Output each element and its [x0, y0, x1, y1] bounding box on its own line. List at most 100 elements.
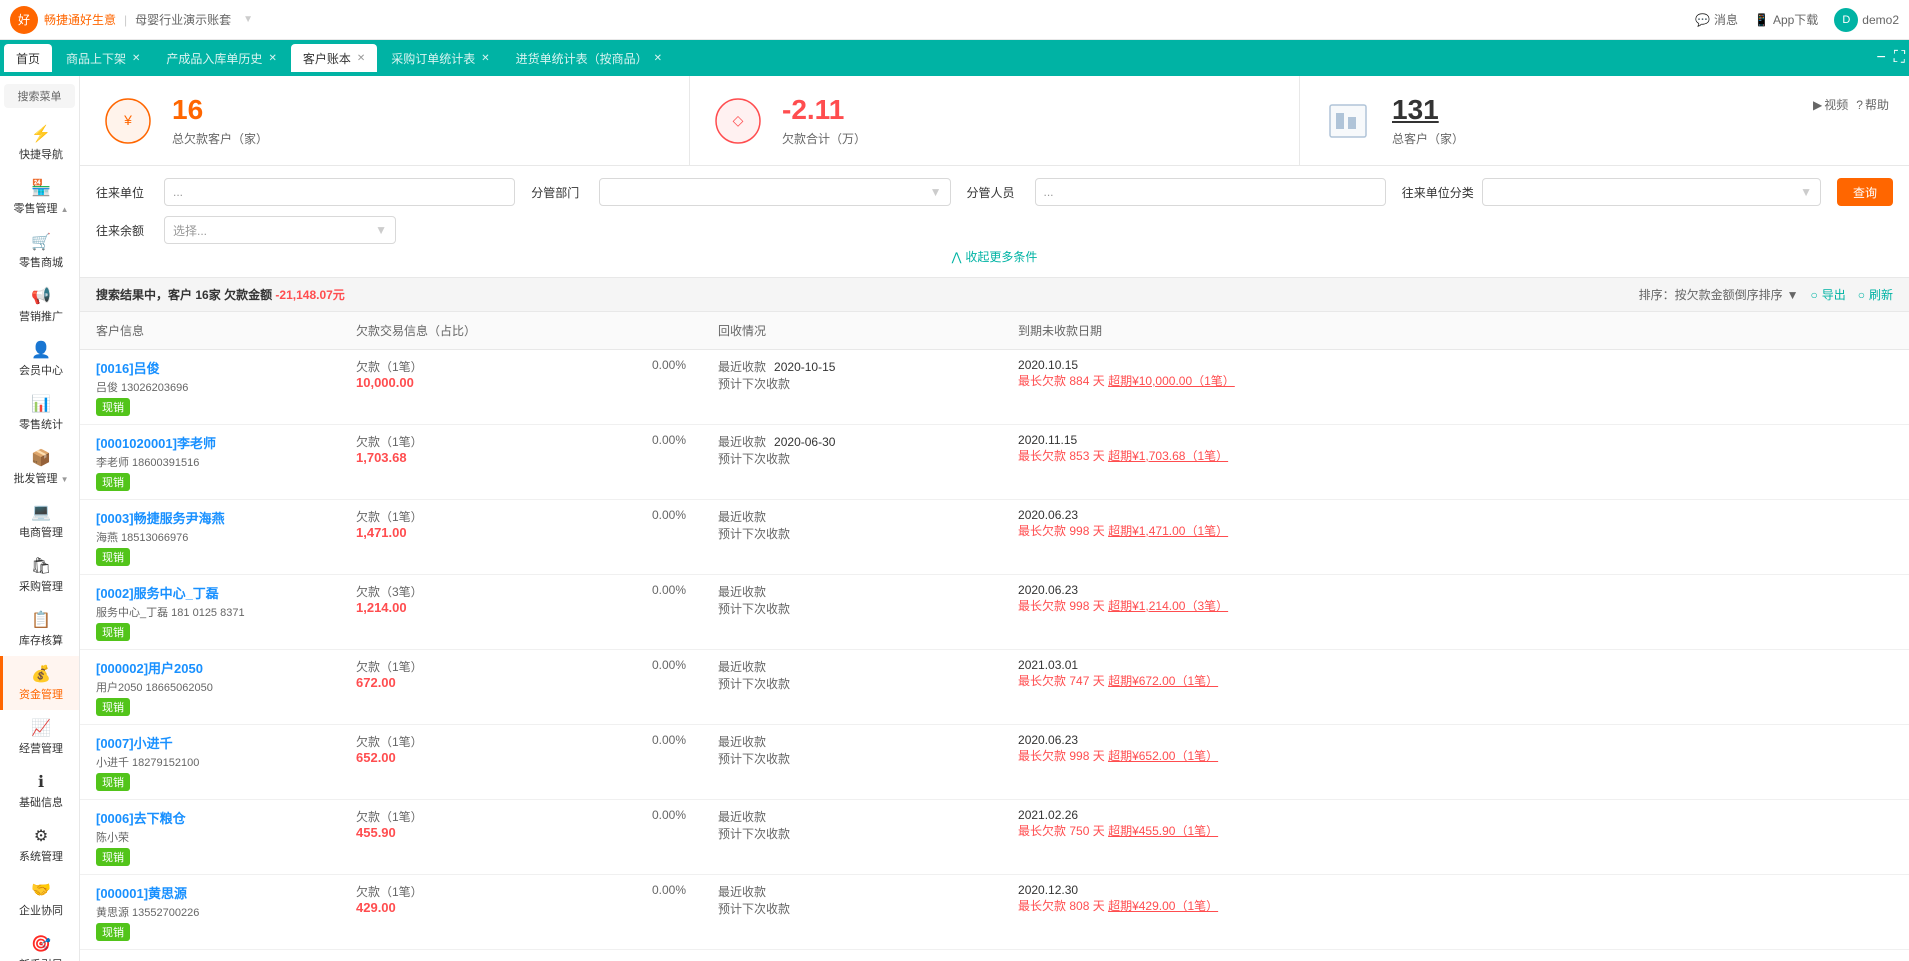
debt-amount-1[interactable]: 1,703.68	[356, 450, 604, 465]
debt-amount-3[interactable]: 1,214.00	[356, 600, 604, 615]
debt-amount-6[interactable]: 455.90	[356, 825, 604, 840]
overdue-info-2: 最长欠款 998 天 超期¥1,471.00（1笔）	[1018, 522, 1893, 539]
sort-select[interactable]: 排序：按欠款金额倒序排序 ▼	[1639, 286, 1799, 303]
debt-count-2: 欠款（1笔）	[356, 508, 604, 525]
video-icon: ▶	[1813, 98, 1822, 112]
customer-name-4[interactable]: [000002]用户2050	[96, 661, 203, 676]
tab-stock[interactable]: 进货单统计表（按商品） ✕	[504, 44, 674, 72]
app-name: 畅捷通好生意	[44, 11, 116, 28]
finance-icon: 💰	[7, 664, 75, 684]
customer-tag-7: 现销	[96, 923, 130, 941]
overdue-link-2[interactable]: 超期¥1,471.00（1笔）	[1108, 524, 1228, 538]
debt-amount-5[interactable]: 652.00	[356, 750, 604, 765]
tab-close-purchase[interactable]: ✕	[481, 53, 489, 64]
sidebar-search-area: 搜索菜单	[0, 76, 79, 116]
recovery-cell-1: 最近收款 2020-06-30 预计下次收款	[702, 425, 1002, 500]
customer-name-3[interactable]: [0002]服务中心_丁磊	[96, 586, 219, 601]
tab-close-goods[interactable]: ✕	[132, 53, 140, 64]
message-btn[interactable]: 💬 消息	[1695, 11, 1738, 28]
sidebar-item-sys-mgmt[interactable]: ⚙ 系统管理	[0, 818, 79, 872]
debt-amount-2[interactable]: 1,471.00	[356, 525, 604, 540]
collapse-btn[interactable]: ⋀ 收起更多条件	[96, 248, 1893, 265]
tab-account[interactable]: 客户账本 ✕	[291, 44, 377, 72]
sidebar-item-newbie[interactable]: 🎯 新手引导	[0, 926, 79, 961]
sidebar-item-marketing[interactable]: 📢 营销推广	[0, 278, 79, 332]
debt-percent-cell-7: 0.00%	[620, 875, 702, 950]
overdue-link-5[interactable]: 超期¥652.00（1笔）	[1108, 749, 1218, 763]
customer-name-1[interactable]: [0001020001]李老师	[96, 436, 216, 451]
customer-name-6[interactable]: [0006]去下粮仓	[96, 811, 186, 826]
help-btn[interactable]: ? 帮助	[1856, 96, 1889, 113]
recovery-next-3: 预计下次收款	[718, 600, 790, 617]
marketing-icon: 📢	[7, 286, 75, 306]
sidebar-item-basic-info[interactable]: ℹ 基础信息	[0, 764, 79, 818]
due-date-1: 2020.11.15	[1018, 433, 1893, 447]
balance-select[interactable]: 选择... ▼	[164, 216, 396, 244]
category-select[interactable]: ▼	[1482, 178, 1821, 206]
tab-home[interactable]: 首页	[4, 44, 52, 72]
sidebar-item-retail-mgmt[interactable]: 🏪 零售管理 ▲	[0, 170, 79, 224]
sidebar-item-ecom[interactable]: 💻 电商管理	[0, 494, 79, 548]
customer-name-2[interactable]: [0003]畅捷服务尹海燕	[96, 511, 225, 526]
customer-tag-2: 现销	[96, 548, 130, 566]
customer-cell-4: [000002]用户2050 用户2050 18665062050 现销	[80, 650, 340, 725]
overdue-link-6[interactable]: 超期¥455.90（1笔）	[1108, 824, 1218, 838]
dept-select[interactable]: ▼	[599, 178, 950, 206]
tab-close-produce[interactable]: ✕	[268, 53, 276, 64]
overdue-days-3: 最长欠款 998 天	[1018, 599, 1108, 613]
sidebar-item-batch-mgmt[interactable]: 📦 批发管理 ▼	[0, 440, 79, 494]
balance-placeholder: 选择...	[173, 222, 207, 239]
sidebar-item-enterprise[interactable]: 🤝 企业协同	[0, 872, 79, 926]
tab-produce[interactable]: 产成品入库单历史 ✕	[154, 44, 288, 72]
customer-name-5[interactable]: [0007]小进千	[96, 736, 173, 751]
debt-percent-4: 0.00%	[652, 658, 686, 672]
sidebar-item-purchase[interactable]: 🛍 采购管理	[0, 548, 79, 602]
debt-percent-cell-1: 0.00%	[620, 425, 702, 500]
tab-close-account[interactable]: ✕	[357, 53, 365, 64]
vendor-input[interactable]: ...	[164, 178, 515, 206]
recovery-next-row-3: 预计下次收款	[718, 600, 986, 617]
sort-label: 排序：按欠款金额倒序排序	[1639, 286, 1783, 303]
debt-amount-4[interactable]: 672.00	[356, 675, 604, 690]
sidebar-item-retail-mall[interactable]: 🛒 零售商城	[0, 224, 79, 278]
sidebar-item-inventory[interactable]: 📋 库存核算	[0, 602, 79, 656]
refresh-btn[interactable]: ○ 刷新	[1858, 286, 1893, 303]
overdue-link-0[interactable]: 超期¥10,000.00（1笔）	[1108, 374, 1235, 388]
logo-icon: 好	[10, 6, 38, 34]
customer-tag-5: 现销	[96, 773, 130, 791]
member-icon: 👤	[7, 340, 75, 360]
sidebar-item-retail-stat[interactable]: 📊 零售统计	[0, 386, 79, 440]
tab-expand-btn[interactable]: ⛶	[1894, 49, 1905, 67]
tab-purchase[interactable]: 采购订单统计表 ✕	[379, 44, 501, 72]
export-icon: ○	[1810, 288, 1817, 302]
video-btn[interactable]: ▶ 视频	[1813, 96, 1848, 113]
overdue-info-5: 最长欠款 998 天 超期¥652.00（1笔）	[1018, 747, 1893, 764]
tab-bar: 首页 商品上下架 ✕ 产成品入库单历史 ✕ 客户账本 ✕ 采购订单统计表 ✕ 进…	[0, 40, 1909, 76]
sidebar-item-member[interactable]: 👤 会员中心	[0, 332, 79, 386]
customer-sub-2: 海燕 18513066976	[96, 529, 324, 545]
export-btn[interactable]: ○ 导出	[1810, 286, 1845, 303]
sidebar-item-finance[interactable]: 💰 资金管理	[0, 656, 79, 710]
customer-name-0[interactable]: [0016]吕俊	[96, 361, 160, 376]
debt-amount-7[interactable]: 429.00	[356, 900, 604, 915]
debt-amount-0[interactable]: 10,000.00	[356, 375, 604, 390]
search-button[interactable]: 查询	[1837, 178, 1893, 206]
customer-name-7[interactable]: [000001]黄思源	[96, 886, 187, 901]
sidebar-search-btn[interactable]: 搜索菜单	[4, 84, 75, 108]
overdue-link-3[interactable]: 超期¥1,214.00（3笔）	[1108, 599, 1228, 613]
tab-goods[interactable]: 商品上下架 ✕	[54, 44, 152, 72]
overdue-link-7[interactable]: 超期¥429.00（1笔）	[1108, 899, 1218, 913]
person-input[interactable]: ...	[1035, 178, 1386, 206]
table-row: [0016]吕俊 吕俊 13026203696 现销 欠款（1笔） 10,000…	[80, 350, 1909, 425]
recovery-row-5: 最近收款	[718, 733, 986, 750]
tab-minimize-btn[interactable]: −	[1876, 49, 1885, 67]
overdue-link-1[interactable]: 超期¥1,703.68（1笔）	[1108, 449, 1228, 463]
tab-close-stock[interactable]: ✕	[654, 53, 662, 64]
sidebar-item-biz-mgmt[interactable]: 📈 经营管理	[0, 710, 79, 764]
sidebar-item-quick-nav[interactable]: ⚡ 快捷导航	[0, 116, 79, 170]
debt-percent-cell-2: 0.00%	[620, 500, 702, 575]
debt-percent-cell-4: 0.00%	[620, 650, 702, 725]
user-avatar[interactable]: D demo2	[1834, 8, 1899, 32]
app-download-btn[interactable]: 📱 App下载	[1754, 11, 1818, 28]
overdue-link-4[interactable]: 超期¥672.00（1笔）	[1108, 674, 1218, 688]
